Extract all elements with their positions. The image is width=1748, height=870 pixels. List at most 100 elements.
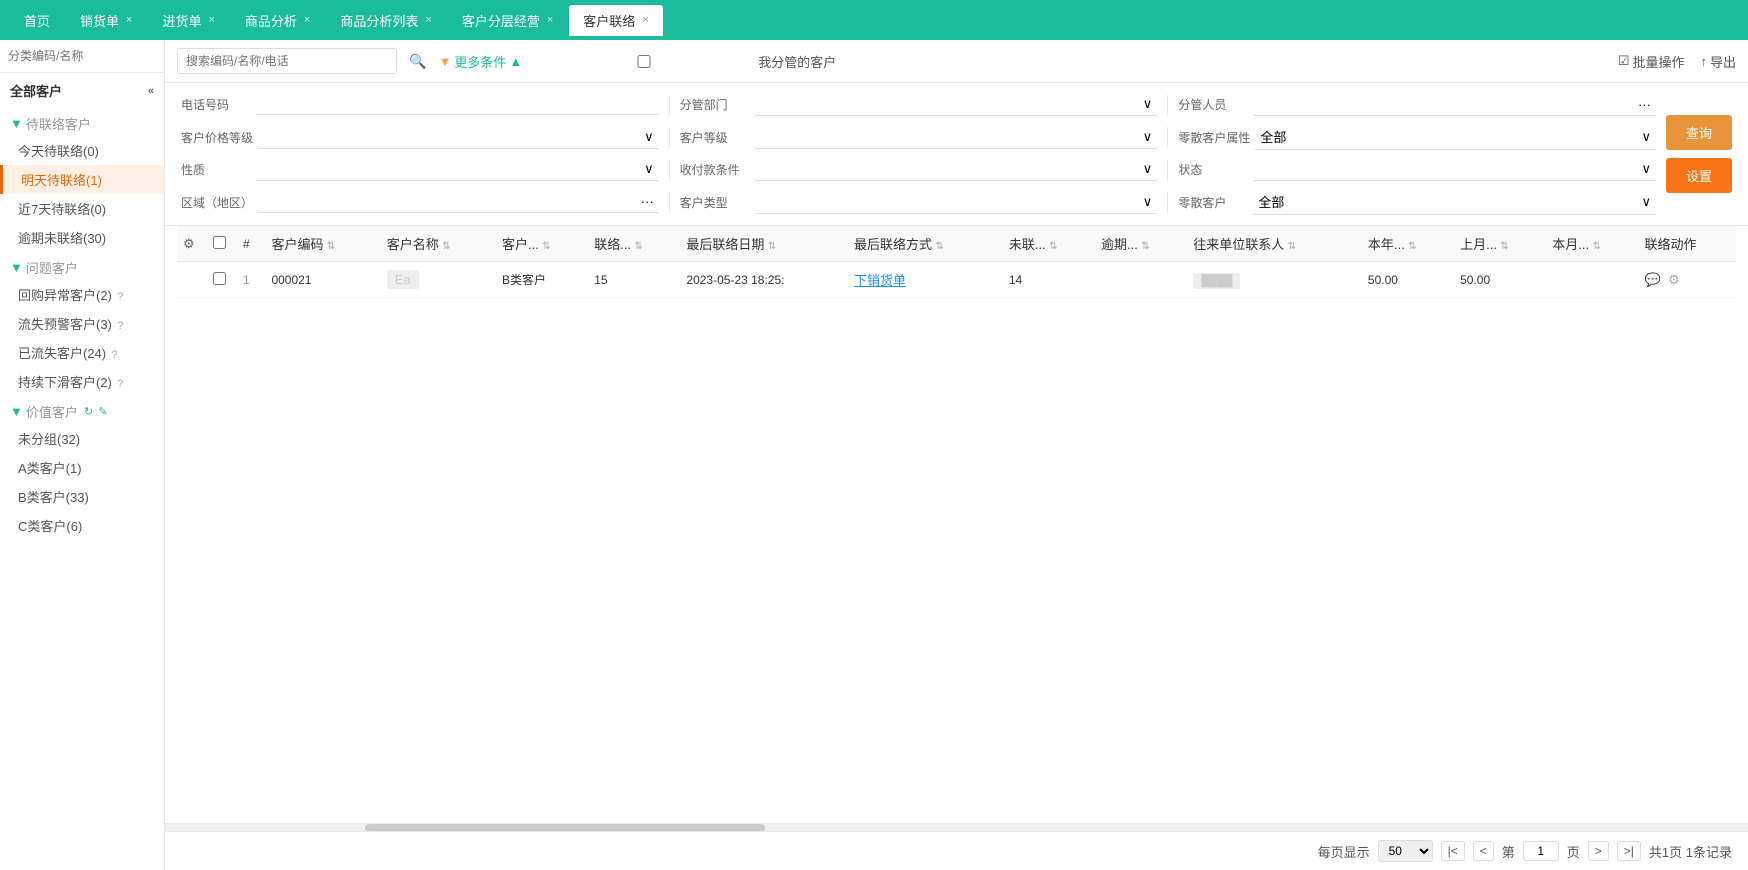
sidebar-item-overdue-contact[interactable]: 逾期未联络(30) [0, 223, 164, 252]
nav-customer-segments[interactable]: 客户分层经营 × [448, 5, 567, 36]
row-year: 50.00 [1362, 262, 1454, 298]
close-product-analysis[interactable]: × [304, 14, 310, 26]
scatter-attr-label: 零散客户属性 [1178, 129, 1250, 146]
sidebar: 🔍 全部客户 « ▼ 待联络客户 今天待联络(0) 明天待联络(1) 近7天待联… [0, 40, 165, 870]
sidebar-item-declining[interactable]: 持续下滑客户(2) ? [0, 367, 164, 396]
per-page-select[interactable]: 50 20 100 [1378, 840, 1433, 862]
sort-date-icon: ⇅ [768, 241, 776, 252]
sidebar-item-c-class[interactable]: C类客户(6) [0, 511, 164, 540]
nature-label: 性质 [181, 161, 251, 178]
sort-last-month-icon: ⇅ [1500, 241, 1508, 252]
first-page-btn[interactable]: |< [1441, 841, 1465, 861]
pagination-bar: 每页显示 50 20 100 |< < 第 页 > >| 共1页 1条记录 [165, 831, 1748, 870]
phone-input[interactable] [256, 94, 659, 115]
sidebar-item-churned[interactable]: 已流失客户(24) ? [0, 338, 164, 367]
nav-home[interactable]: 首页 [10, 5, 64, 36]
row-select-checkbox[interactable] [213, 272, 226, 285]
action-icon-2[interactable]: ⚙ [1668, 272, 1680, 287]
sidebar-item-today-contact[interactable]: 今天待联络(0) [0, 136, 164, 165]
prev-page-btn[interactable]: < [1473, 841, 1494, 861]
row-index: 1 [237, 262, 265, 298]
more-conditions-btn[interactable]: ▼ 更多条件 ▲ [438, 52, 522, 71]
pending-contact-group: ▼ 待联络客户 [0, 108, 164, 136]
action-icon-1[interactable]: 💬 [1645, 272, 1661, 287]
nav-purchase-order[interactable]: 进货单 × [148, 5, 228, 36]
price-grade-select[interactable]: ∨ [258, 126, 659, 149]
close-customer-segments[interactable]: × [547, 14, 553, 26]
table-header-row: ⚙ # 客户编码 ⇅ 客户名称 ⇅ [177, 226, 1736, 262]
advanced-filter-panel: 电话号码 分管部门 ∨ 分管人员 [165, 83, 1748, 226]
manager-select[interactable]: ··· [1253, 94, 1656, 116]
price-grade-label: 客户价格等级 [181, 129, 253, 146]
search-icon[interactable]: 🔍 [409, 53, 426, 70]
sidebar-item-b-class[interactable]: B类客户(33) [0, 482, 164, 511]
chevron-down-icon-6: ∨ [1143, 161, 1153, 177]
problem-customers-group: ▼ 问题客户 [0, 252, 164, 280]
close-sales-order[interactable]: × [126, 14, 132, 26]
th-index: # [237, 226, 265, 262]
sidebar-search-container: 🔍 [0, 40, 164, 73]
th-actions: 联络动作 [1639, 226, 1737, 262]
next-page-btn[interactable]: > [1588, 841, 1609, 861]
set-button[interactable]: 设置 [1666, 158, 1732, 193]
batch-operation-btn[interactable]: ☑ 批量操作 [1618, 52, 1685, 71]
th-last-contact-date: 最后联络日期 ⇅ [680, 226, 848, 262]
horizontal-scrollbar[interactable] [165, 823, 1748, 831]
sidebar-item-tomorrow-contact[interactable]: 明天待联络(1) [0, 165, 164, 194]
refresh-icon[interactable]: ↻ [84, 405, 93, 418]
status-select[interactable]: ∨ [1253, 158, 1656, 181]
filter-cell-customer-grade: 客户等级 ∨ [680, 126, 1158, 149]
all-customers-header[interactable]: 全部客户 « [0, 73, 164, 108]
page-label: 第 [1502, 842, 1515, 861]
query-button[interactable]: 查询 [1666, 115, 1732, 150]
nav-customer-contact[interactable]: 客户联络 × [569, 5, 662, 36]
export-icon: ↑ [1700, 54, 1707, 69]
gear-settings-icon[interactable]: ⚙ [183, 236, 195, 251]
page-input[interactable] [1523, 841, 1559, 861]
region-select[interactable]: ··· [258, 191, 659, 213]
sort-name-icon: ⇅ [442, 241, 450, 252]
edit-icon[interactable]: ✎ [98, 405, 107, 418]
last-page-btn[interactable]: >| [1617, 841, 1641, 861]
close-purchase-order[interactable]: × [208, 14, 214, 26]
sidebar-item-a-class[interactable]: A类客户(1) [0, 453, 164, 482]
filter-cell-customer-type: 客户类型 ∨ [680, 191, 1158, 214]
customer-grade-select[interactable]: ∨ [755, 126, 1158, 149]
customer-type-select[interactable]: ∨ [755, 191, 1158, 214]
my-customers-checkbox[interactable] [534, 55, 754, 68]
dept-select[interactable]: ∨ [755, 93, 1158, 116]
search-input[interactable] [177, 48, 397, 74]
close-customer-contact[interactable]: × [642, 14, 648, 26]
nav-product-analysis-list[interactable]: 商品分析列表 × [326, 5, 445, 36]
right-actions: ☑ 批量操作 ↑ 导出 [1618, 52, 1736, 71]
select-all-checkbox[interactable] [213, 236, 226, 249]
help-icon-2: ? [111, 349, 117, 361]
th-type: 客户... ⇅ [496, 226, 588, 262]
chevron-down-icon-4: ∨ [1641, 129, 1651, 145]
phone-label: 电话号码 [181, 96, 251, 113]
scatter-attr-select[interactable]: 全部 ∨ [1255, 124, 1656, 150]
sidebar-search-input[interactable] [8, 49, 163, 63]
batch-icon: ☑ [1618, 53, 1630, 69]
nav-product-analysis[interactable]: 商品分析 × [231, 5, 324, 36]
contact-method-link[interactable]: 下销货单 [854, 273, 906, 288]
nav-sales-order[interactable]: 销货单 × [66, 5, 146, 36]
payment-select[interactable]: ∨ [755, 158, 1158, 181]
nature-select[interactable]: ∨ [256, 158, 659, 181]
filter-row-3: 性质 ∨ 收付款条件 ∨ [181, 158, 1656, 181]
sidebar-item-ungrouped[interactable]: 未分组(32) [0, 424, 164, 453]
dots-icon: ··· [1638, 97, 1651, 112]
dots-icon-2: ··· [641, 194, 654, 209]
my-customers-filter[interactable]: 我分管的客户 [534, 52, 836, 71]
sidebar-item-abnormal-repurchase[interactable]: 回购异常客户(2) ? [0, 280, 164, 309]
sidebar-item-churn-warning[interactable]: 流失预警客户(3) ? [0, 309, 164, 338]
close-product-analysis-list[interactable]: × [425, 14, 431, 26]
help-icon-1: ? [117, 320, 123, 332]
top-navigation: 首页 销货单 × 进货单 × 商品分析 × 商品分析列表 × 客户分层经营 × … [0, 0, 1748, 40]
scatter-customer-select[interactable]: 全部 ∨ [1253, 189, 1656, 215]
sidebar-item-7day-contact[interactable]: 近7天待联络(0) [0, 194, 164, 223]
row-last-contact-date: 2023-05-23 18:25: [680, 262, 848, 298]
th-name: 客户名称 ⇅ [381, 226, 496, 262]
main-layout: 🔍 全部客户 « ▼ 待联络客户 今天待联络(0) 明天待联络(1) 近7天待联… [0, 40, 1748, 870]
export-btn[interactable]: ↑ 导出 [1700, 52, 1736, 71]
